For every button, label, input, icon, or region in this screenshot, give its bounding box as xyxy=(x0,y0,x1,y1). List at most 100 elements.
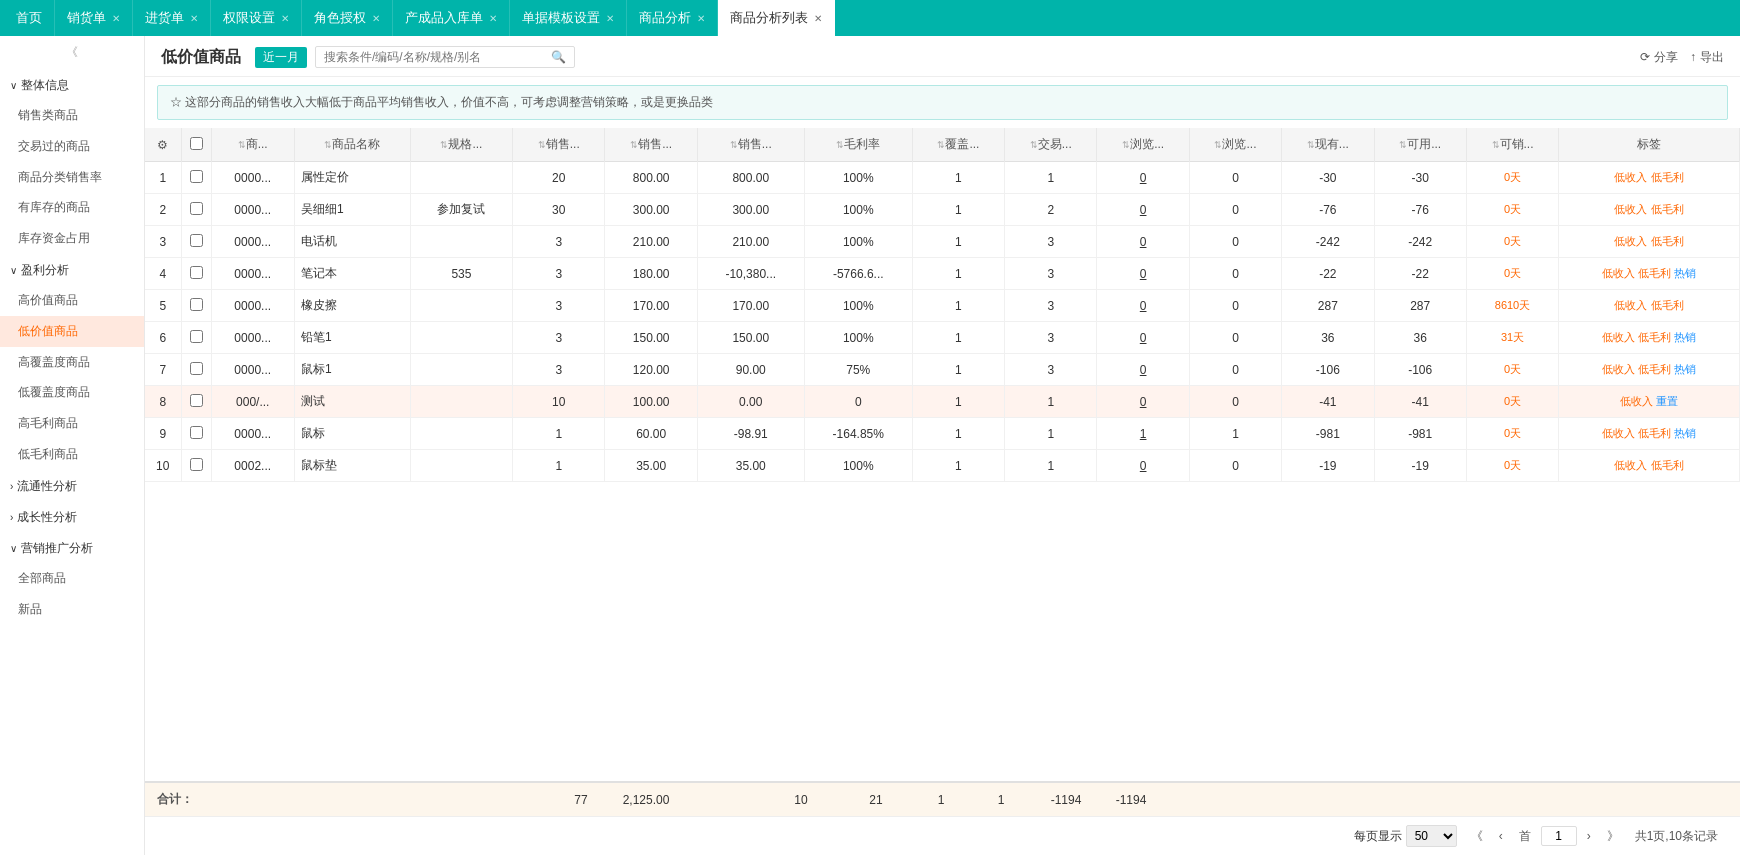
row-checkbox[interactable] xyxy=(190,170,203,183)
browse1[interactable]: 0 xyxy=(1097,194,1189,226)
col-header-8[interactable]: ⇅毛利率 xyxy=(804,128,912,162)
top-nav-item[interactable]: 销货单✕ xyxy=(55,0,133,36)
browse2: 0 xyxy=(1189,290,1281,322)
footer-val-2 xyxy=(411,793,471,807)
prev-page-btn[interactable]: ‹ xyxy=(1493,827,1509,845)
col-header-0[interactable]: ⚙ xyxy=(145,128,181,162)
row-checkbox[interactable] xyxy=(190,458,203,471)
row-checkbox-cell xyxy=(181,194,211,226)
sort-icon: ⇅ xyxy=(538,140,546,150)
col-header-14[interactable]: ⇅可用... xyxy=(1374,128,1466,162)
row-checkbox[interactable] xyxy=(190,298,203,311)
sidebar-item-1-2[interactable]: 高覆盖度商品 xyxy=(0,347,144,378)
sidebar-section-3[interactable]: ›成长性分析 xyxy=(0,501,144,532)
sidebar-item-1-0[interactable]: 高价值商品 xyxy=(0,285,144,316)
col-header-4[interactable]: ⇅规格... xyxy=(410,128,512,162)
sidebar-item-0-4[interactable]: 库存资金占用 xyxy=(0,223,144,254)
browse1[interactable]: 0 xyxy=(1097,450,1189,482)
footer-val-9: 1 xyxy=(911,793,971,807)
col-header-6[interactable]: ⇅销售... xyxy=(605,128,697,162)
page-input[interactable] xyxy=(1541,826,1577,846)
top-nav-item[interactable]: 权限设置✕ xyxy=(211,0,302,36)
sidebar-item-0-0[interactable]: 销售类商品 xyxy=(0,100,144,131)
browse1[interactable]: 0 xyxy=(1097,354,1189,386)
sidebar-item-4-1[interactable]: 新品 xyxy=(0,594,144,625)
col-header-15[interactable]: ⇅可销... xyxy=(1466,128,1558,162)
col-header-5[interactable]: ⇅销售... xyxy=(513,128,605,162)
table-body: 10000...属性定价20800.00800.00100%1100-30-30… xyxy=(145,162,1740,482)
row-checkbox[interactable] xyxy=(190,394,203,407)
top-nav-item[interactable]: 单据模板设置✕ xyxy=(510,0,627,36)
close-icon[interactable]: ✕ xyxy=(489,13,497,24)
table-row: 50000...橡皮擦3170.00170.00100%130028728786… xyxy=(145,290,1740,322)
sort-icon: ⇅ xyxy=(1030,140,1038,150)
browse1[interactable]: 0 xyxy=(1097,226,1189,258)
footer-label: 合计： xyxy=(145,791,345,808)
close-icon[interactable]: ✕ xyxy=(814,13,822,24)
product-name: 橡皮擦 xyxy=(294,290,410,322)
col-header-10[interactable]: ⇅交易... xyxy=(1005,128,1097,162)
close-icon[interactable]: ✕ xyxy=(606,13,614,24)
col-header-7[interactable]: ⇅销售... xyxy=(697,128,804,162)
top-nav-item[interactable]: 商品分析✕ xyxy=(627,0,718,36)
col-header-9[interactable]: ⇅覆盖... xyxy=(912,128,1004,162)
tag-cell: 低收入 低毛利 热销 xyxy=(1559,258,1740,290)
row-checkbox-cell xyxy=(181,290,211,322)
col-header-2[interactable]: ⇅商... xyxy=(211,128,294,162)
trade-count: 1 xyxy=(1005,386,1097,418)
tag-badge: 热销 xyxy=(1674,363,1696,375)
product-spec xyxy=(410,354,512,386)
sidebar-section-2[interactable]: ›流通性分析 xyxy=(0,470,144,501)
sidebar-item-1-3[interactable]: 低覆盖度商品 xyxy=(0,377,144,408)
col-header-11[interactable]: ⇅浏览... xyxy=(1097,128,1189,162)
col-header-13[interactable]: ⇅现有... xyxy=(1282,128,1374,162)
sidebar-collapse-btn[interactable]: 《 xyxy=(0,36,144,69)
first-page-btn[interactable]: 《 xyxy=(1465,826,1489,847)
browse1[interactable]: 0 xyxy=(1097,386,1189,418)
browse1[interactable]: 0 xyxy=(1097,290,1189,322)
close-icon[interactable]: ✕ xyxy=(372,13,380,24)
top-nav-item[interactable]: 产成品入库单✕ xyxy=(393,0,510,36)
row-checkbox[interactable] xyxy=(190,362,203,375)
sidebar-section-4[interactable]: ∨营销推广分析 xyxy=(0,532,144,563)
sidebar-item-0-1[interactable]: 交易过的商品 xyxy=(0,131,144,162)
per-page-select[interactable]: 50 100 200 xyxy=(1406,825,1457,847)
sidebar-item-1-1[interactable]: 低价值商品 xyxy=(0,316,144,347)
top-nav-item[interactable]: 进货单✕ xyxy=(133,0,211,36)
search-icon[interactable]: 🔍 xyxy=(551,50,566,64)
browse1[interactable]: 0 xyxy=(1097,322,1189,354)
row-checkbox[interactable] xyxy=(190,266,203,279)
sidebar-item-1-5[interactable]: 低毛利商品 xyxy=(0,439,144,470)
col-header-12[interactable]: ⇅浏览... xyxy=(1189,128,1281,162)
row-checkbox[interactable] xyxy=(190,234,203,247)
stock2: -19 xyxy=(1374,450,1466,482)
close-icon[interactable]: ✕ xyxy=(112,13,120,24)
top-nav-item[interactable]: 角色授权✕ xyxy=(302,0,393,36)
top-nav-item[interactable]: 商品分析列表✕ xyxy=(718,0,835,36)
last-page-btn[interactable]: 》 xyxy=(1601,826,1625,847)
sidebar-section-0[interactable]: ∨整体信息 xyxy=(0,69,144,100)
browse1[interactable]: 1 xyxy=(1097,418,1189,450)
select-all-checkbox[interactable] xyxy=(190,137,203,150)
gear-icon[interactable]: ⚙ xyxy=(157,138,168,152)
browse1[interactable]: 0 xyxy=(1097,162,1189,194)
next-page-btn[interactable]: › xyxy=(1581,827,1597,845)
row-checkbox[interactable] xyxy=(190,426,203,439)
row-checkbox[interactable] xyxy=(190,202,203,215)
col-header-3[interactable]: ⇅商品名称 xyxy=(294,128,410,162)
sidebar-item-0-2[interactable]: 商品分类销售率 xyxy=(0,162,144,193)
row-checkbox[interactable] xyxy=(190,330,203,343)
close-icon[interactable]: ✕ xyxy=(281,13,289,24)
sidebar-item-1-4[interactable]: 高毛利商品 xyxy=(0,408,144,439)
close-icon[interactable]: ✕ xyxy=(190,13,198,24)
sidebar-section-1[interactable]: ∨盈利分析 xyxy=(0,254,144,285)
export-button[interactable]: ↑ 导出 xyxy=(1690,49,1724,66)
browse1[interactable]: 0 xyxy=(1097,258,1189,290)
top-nav-item[interactable]: 首页 xyxy=(4,0,55,36)
sidebar-item-0-3[interactable]: 有库存的商品 xyxy=(0,192,144,223)
share-button[interactable]: ⟳ 分享 xyxy=(1640,49,1678,66)
sidebar-item-4-0[interactable]: 全部商品 xyxy=(0,563,144,594)
time-badge[interactable]: 近一月 xyxy=(255,47,307,68)
search-input[interactable] xyxy=(324,50,547,64)
close-icon[interactable]: ✕ xyxy=(697,13,705,24)
